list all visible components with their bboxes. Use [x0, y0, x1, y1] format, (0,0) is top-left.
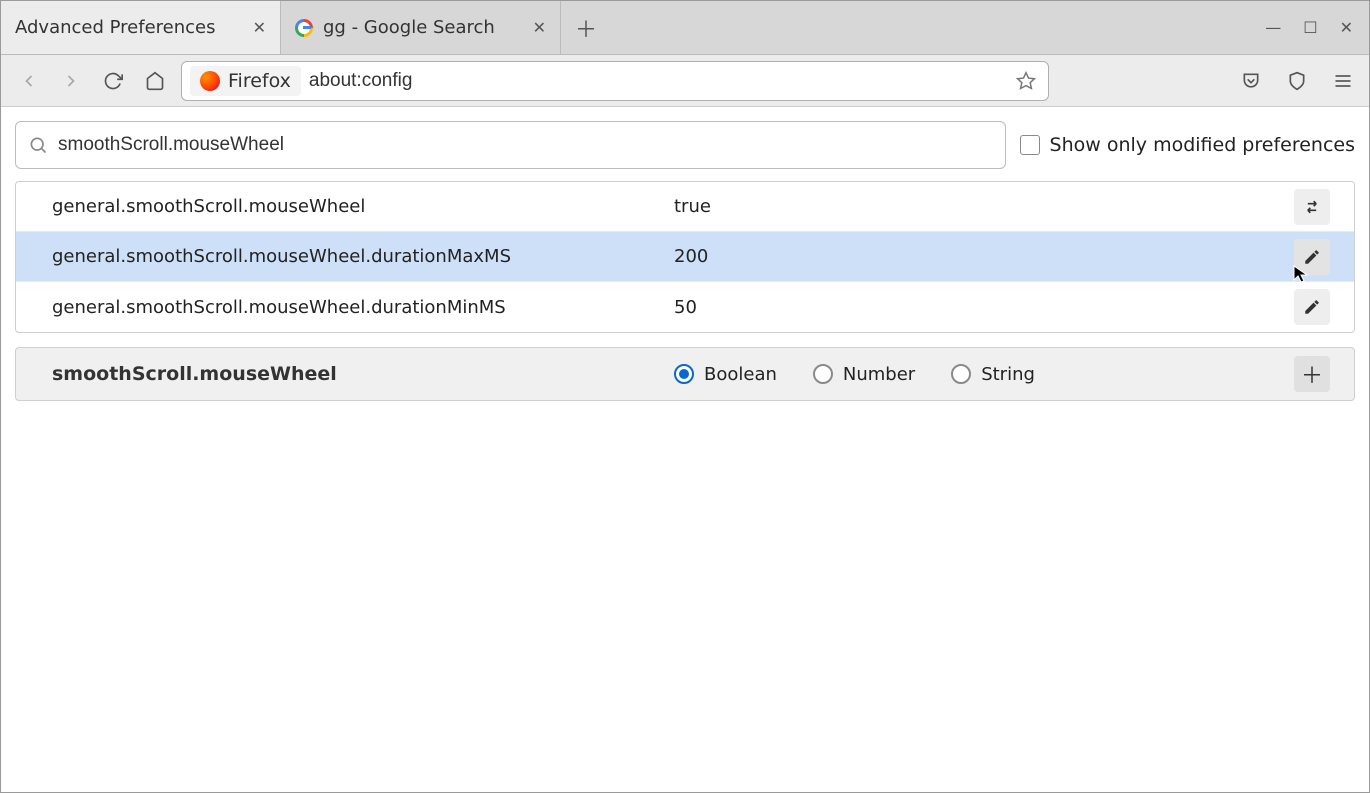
firefox-icon: [200, 71, 220, 91]
show-modified-checkbox[interactable]: Show only modified preferences: [1020, 134, 1355, 156]
forward-button[interactable]: [55, 65, 87, 97]
tab-inactive[interactable]: gg - Google Search ✕: [281, 1, 561, 54]
url-input[interactable]: [309, 70, 1004, 92]
pocket-icon[interactable]: [1237, 67, 1265, 95]
type-radio-boolean[interactable]: Boolean: [674, 364, 777, 385]
radio-dot-icon: [813, 364, 833, 384]
pref-name: general.smoothScroll.mouseWheel: [52, 196, 674, 217]
pref-row[interactable]: general.smoothScroll.mouseWheel.duration…: [16, 232, 1354, 282]
window-minimize-icon[interactable]: —: [1265, 18, 1281, 37]
pref-value: 200: [674, 246, 1294, 267]
toggle-button[interactable]: [1294, 189, 1330, 225]
radio-label: String: [981, 364, 1035, 385]
checkbox-label: Show only modified preferences: [1050, 134, 1355, 156]
url-bar[interactable]: Firefox: [181, 61, 1049, 101]
add-pref-button[interactable]: ＋: [1294, 356, 1330, 392]
reload-button[interactable]: [97, 65, 129, 97]
about-config-content: Show only modified preferences general.s…: [1, 107, 1369, 792]
identity-label: Firefox: [228, 70, 291, 92]
radio-dot-icon: [674, 364, 694, 384]
pencil-icon: [1303, 248, 1321, 266]
radio-label: Boolean: [704, 364, 777, 385]
google-icon: [295, 19, 313, 37]
tab-close-icon[interactable]: ✕: [253, 18, 266, 37]
edit-button[interactable]: [1294, 239, 1330, 275]
pref-name: general.smoothScroll.mouseWheel.duration…: [52, 246, 674, 267]
tab-active[interactable]: Advanced Preferences ✕: [1, 1, 281, 54]
home-button[interactable]: [139, 65, 171, 97]
pencil-icon: [1303, 298, 1321, 316]
pref-search-input[interactable]: [58, 134, 993, 156]
tab-title: gg - Google Search: [323, 17, 495, 38]
edit-button[interactable]: [1294, 289, 1330, 325]
pref-row[interactable]: general.smoothScroll.mouseWheeltrue: [16, 182, 1354, 232]
radio-dot-icon: [951, 364, 971, 384]
identity-box[interactable]: Firefox: [190, 66, 301, 96]
browser-toolbar: Firefox: [1, 55, 1369, 107]
pref-row[interactable]: general.smoothScroll.mouseWheel.duration…: [16, 282, 1354, 332]
tab-title: Advanced Preferences: [15, 17, 216, 38]
type-radio-number[interactable]: Number: [813, 364, 915, 385]
tab-close-icon[interactable]: ✕: [533, 18, 546, 37]
radio-label: Number: [843, 364, 915, 385]
toggle-icon: [1302, 197, 1322, 217]
bookmark-star-icon[interactable]: [1012, 67, 1040, 95]
checkbox-icon: [1020, 135, 1040, 155]
pref-list: general.smoothScroll.mouseWheeltruegener…: [15, 181, 1355, 333]
pref-search-box[interactable]: [15, 121, 1006, 169]
new-tab-button[interactable]: ＋: [561, 1, 611, 54]
type-radio-group: Boolean Number String: [674, 364, 1294, 385]
pref-value: 50: [674, 297, 1294, 318]
tab-bar: Advanced Preferences ✕ gg - Google Searc…: [1, 1, 1369, 55]
pref-value: true: [674, 196, 1294, 217]
window-maximize-icon[interactable]: ☐: [1303, 18, 1317, 37]
new-pref-row: smoothScroll.mouseWheel Boolean Number Str…: [15, 347, 1355, 401]
back-button[interactable]: [13, 65, 45, 97]
pref-name: general.smoothScroll.mouseWheel.duration…: [52, 297, 674, 318]
window-close-icon[interactable]: ✕: [1340, 18, 1353, 37]
type-radio-string[interactable]: String: [951, 364, 1035, 385]
shield-icon[interactable]: [1283, 67, 1311, 95]
hamburger-menu-icon[interactable]: [1329, 67, 1357, 95]
new-pref-name: smoothScroll.mouseWheel: [52, 363, 674, 385]
search-icon: [28, 135, 48, 155]
